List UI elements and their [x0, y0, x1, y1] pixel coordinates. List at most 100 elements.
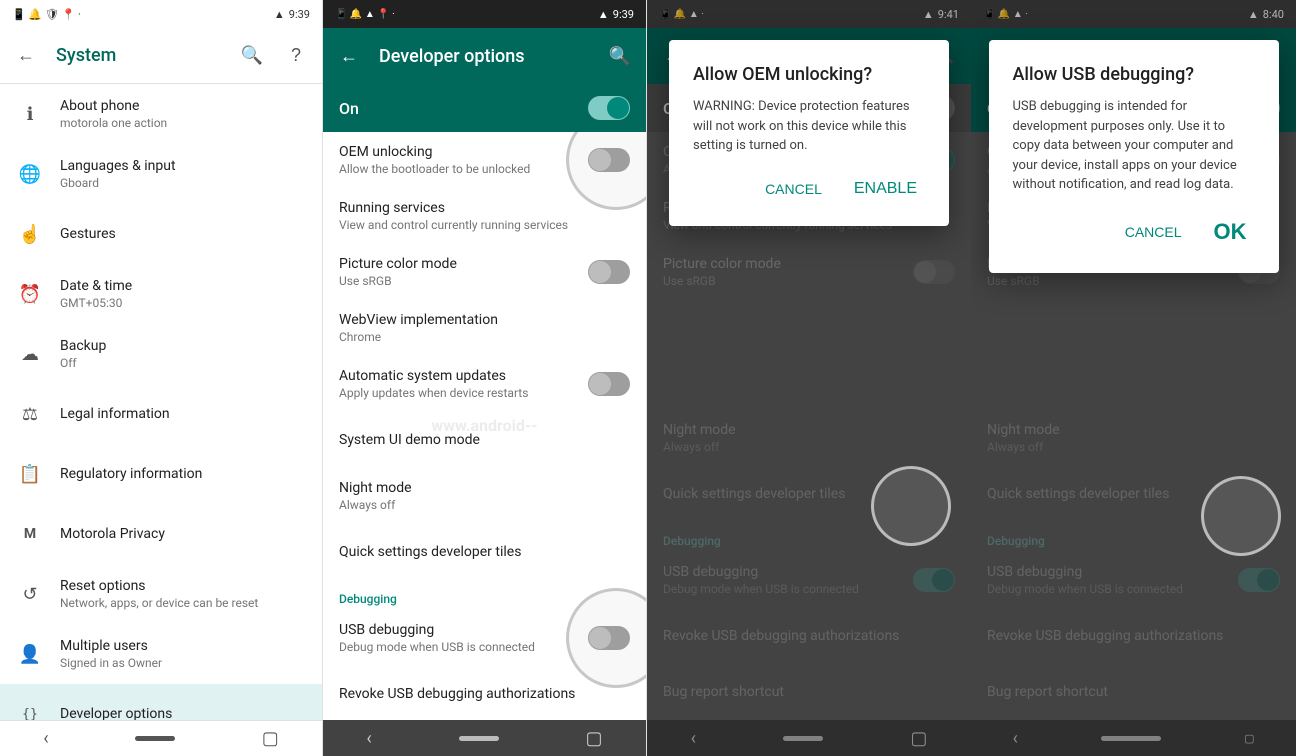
- on-label-mid: On: [339, 99, 359, 118]
- left-panel: 📱 🔔 🛡 📍 · ▲ 9:39 ← System 🔍 ? ℹ About ph…: [0, 0, 323, 756]
- on-toggle-mid[interactable]: [588, 96, 630, 120]
- page-title-mid: Developer options: [375, 46, 594, 67]
- mid-wifi: ▲: [598, 8, 609, 21]
- reset-icon: ↺: [16, 580, 44, 608]
- clock-icon: ⏰: [16, 280, 44, 308]
- nav-home-mid[interactable]: [459, 736, 499, 741]
- usb-debug-thumb-mid: [589, 627, 611, 649]
- running-sub-mid: View and control currently running servi…: [339, 218, 568, 232]
- right-panel-2: 📱 🔔 ▲ · ▲ 8:40 ← Developer options 🔍 On …: [971, 0, 1296, 756]
- revoke-usb-item[interactable]: Revoke USB debugging authorizations: [323, 666, 646, 720]
- help-button-left[interactable]: ?: [278, 38, 314, 74]
- mid-notif-icons: 📱 🔔 ▲ 📍 ·: [335, 9, 395, 20]
- webview-sub-mid: Chrome: [339, 330, 498, 344]
- oem-dialog-title: Allow OEM unlocking?: [693, 64, 925, 85]
- usb-debug-toggle-mid[interactable]: [588, 626, 630, 650]
- webview-title-mid: WebView implementation: [339, 312, 498, 328]
- auto-updates-item[interactable]: Automatic system updates Apply updates w…: [323, 356, 646, 412]
- sidebar-item-legal[interactable]: ⚖ Legal information: [0, 384, 322, 444]
- oem-enable-button[interactable]: Enable: [846, 176, 925, 202]
- webview-item[interactable]: WebView implementation Chrome: [323, 300, 646, 356]
- sidebar-item-developer[interactable]: {} Developer options: [0, 684, 322, 720]
- auto-updates-toggle-mid[interactable]: [588, 372, 630, 396]
- languages-label: Languages & input: [60, 158, 306, 174]
- legal-label: Legal information: [60, 406, 306, 422]
- oem-dialog-overlay: Allow OEM unlocking? WARNING: Device pro…: [647, 0, 971, 756]
- sidebar-item-motorola-privacy[interactable]: M Motorola Privacy: [0, 504, 322, 564]
- usb-debug-title-mid: USB debugging: [339, 622, 535, 638]
- datetime-label: Date & time: [60, 278, 306, 294]
- legal-icon: ⚖: [16, 400, 44, 428]
- debugging-header-mid: Debugging: [323, 580, 646, 610]
- revoke-usb-title-mid: Revoke USB debugging authorizations: [339, 686, 575, 702]
- motorola-icon: M: [16, 520, 44, 548]
- usb-dialog-title: Allow USB debugging?: [1013, 64, 1255, 85]
- back-button-left[interactable]: ←: [8, 38, 44, 74]
- nav-back-left[interactable]: ‹: [43, 728, 48, 749]
- sidebar-item-users[interactable]: 👤 Multiple users Signed in as Owner: [0, 624, 322, 684]
- gestures-label: Gestures: [60, 226, 306, 242]
- datetime-sub: GMT+05:30: [60, 296, 306, 310]
- back-button-mid[interactable]: ←: [331, 38, 367, 74]
- quick-settings-item[interactable]: Quick settings developer tiles: [323, 524, 646, 580]
- nav-recents-left[interactable]: ▢: [262, 728, 279, 749]
- oem-cancel-button[interactable]: Cancel: [757, 176, 830, 202]
- settings-list-mid: OEM unlocking Allow the bootloader to be…: [323, 132, 646, 720]
- nav-recents-mid[interactable]: ▢: [586, 728, 603, 749]
- time-mid: 9:39: [613, 8, 634, 21]
- usb-dialog: Allow USB debugging? USB debugging is in…: [989, 40, 1279, 273]
- usb-dialog-body: USB debugging is intended for developmen…: [1013, 97, 1255, 195]
- sidebar-item-reset[interactable]: ↺ Reset options Network, apps, or device…: [0, 564, 322, 624]
- sidebar-list: ℹ About phone motorola one action 🌐 Lang…: [0, 84, 322, 720]
- oem-sub-mid: Allow the bootloader to be unlocked: [339, 162, 530, 176]
- oem-dialog-actions: Cancel Enable: [693, 176, 925, 202]
- picture-color-item[interactable]: Picture color mode Use sRGB: [323, 244, 646, 300]
- status-bar-left: 📱 🔔 🛡 📍 · ▲ 9:39: [0, 0, 322, 28]
- developer-icon: {}: [16, 700, 44, 720]
- info-icon: ℹ: [16, 100, 44, 128]
- night-mode-sub-mid: Always off: [339, 498, 412, 512]
- reset-label: Reset options: [60, 578, 306, 594]
- about-phone-sub: motorola one action: [60, 116, 306, 130]
- regulatory-label: Regulatory information: [60, 466, 306, 482]
- toolbar-mid: ← Developer options 🔍: [323, 28, 646, 84]
- backup-label: Backup: [60, 338, 306, 354]
- page-title-left: System: [52, 45, 226, 66]
- nav-home-left[interactable]: [135, 736, 175, 741]
- backup-icon: ☁: [16, 340, 44, 368]
- usb-debug-item[interactable]: USB debugging Debug mode when USB is con…: [323, 610, 646, 666]
- search-button-left[interactable]: 🔍: [234, 38, 270, 74]
- nav-back-mid[interactable]: ‹: [366, 728, 371, 749]
- auto-updates-sub-mid: Apply updates when device restarts: [339, 386, 528, 400]
- globe-icon: 🌐: [16, 160, 44, 188]
- usb-cancel-button[interactable]: Cancel: [1117, 215, 1190, 249]
- users-sub: Signed in as Owner: [60, 656, 306, 670]
- search-button-mid[interactable]: 🔍: [602, 38, 638, 74]
- regulatory-icon: 📋: [16, 460, 44, 488]
- sidebar-item-gestures[interactable]: ☝ Gestures: [0, 204, 322, 264]
- motorola-privacy-label: Motorola Privacy: [60, 526, 306, 542]
- sidebar-item-about[interactable]: ℹ About phone motorola one action: [0, 84, 322, 144]
- system-ui-demo-item[interactable]: System UI demo mode: [323, 412, 646, 468]
- time-left: 9:39: [289, 8, 310, 21]
- usb-dialog-actions: Cancel OK: [1013, 215, 1255, 249]
- sidebar-item-backup[interactable]: ☁ Backup Off: [0, 324, 322, 384]
- sidebar-item-regulatory[interactable]: 📋 Regulatory information: [0, 444, 322, 504]
- right-panels: 📱 🔔 ▲ · ▲ 9:41 ← Developer options 🔍 On …: [647, 0, 1296, 756]
- oem-unlocking-item[interactable]: OEM unlocking Allow the bootloader to be…: [323, 132, 646, 188]
- picture-color-toggle-mid[interactable]: [588, 260, 630, 284]
- about-phone-label: About phone: [60, 98, 306, 114]
- picture-color-sub-mid: Use sRGB: [339, 274, 457, 288]
- oem-toggle-mid[interactable]: [588, 148, 630, 172]
- night-mode-title-mid: Night mode: [339, 480, 412, 496]
- night-mode-item[interactable]: Night mode Always off: [323, 468, 646, 524]
- nav-bar-mid: ‹ ▢: [323, 720, 646, 756]
- users-label: Multiple users: [60, 638, 306, 654]
- running-title-mid: Running services: [339, 200, 568, 216]
- usb-ok-button[interactable]: OK: [1206, 215, 1255, 249]
- backup-sub: Off: [60, 356, 306, 370]
- running-services-item[interactable]: Running services View and control curren…: [323, 188, 646, 244]
- sidebar-item-languages[interactable]: 🌐 Languages & input Gboard: [0, 144, 322, 204]
- users-icon: 👤: [16, 640, 44, 668]
- sidebar-item-datetime[interactable]: ⏰ Date & time GMT+05:30: [0, 264, 322, 324]
